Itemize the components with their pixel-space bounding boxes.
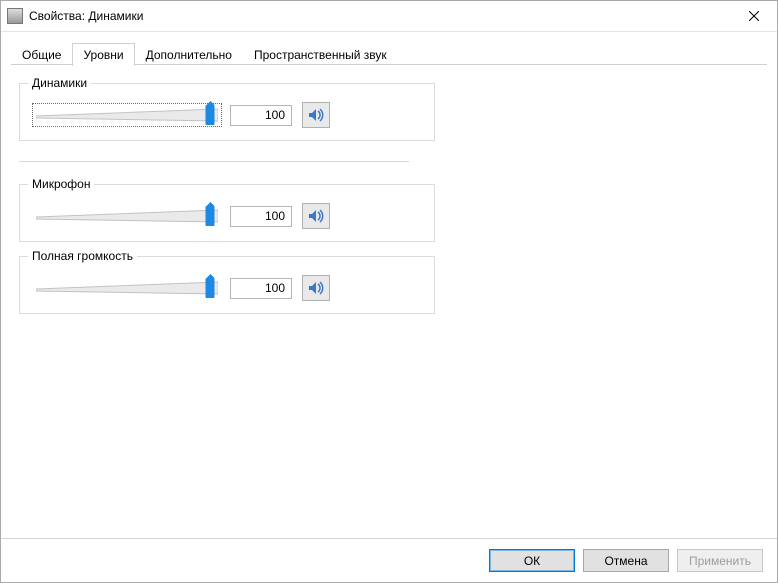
tab-bar: Общие Уровни Дополнительно Пространствен…	[1, 32, 777, 65]
group-label-microphone: Микрофон	[28, 177, 94, 191]
value-full[interactable]: 100	[230, 278, 292, 299]
mute-button-speakers[interactable]	[302, 102, 330, 128]
speaker-icon	[308, 280, 324, 296]
tab-content: Динамики 100	[1, 65, 777, 538]
title-bar: Свойства: Динамики	[1, 1, 777, 32]
properties-dialog: Свойства: Динамики Общие Уровни Дополнит…	[0, 0, 778, 583]
slider-microphone[interactable]	[32, 204, 222, 228]
section-divider	[19, 161, 409, 162]
speaker-icon	[308, 107, 324, 123]
slider-thumb[interactable]	[206, 206, 215, 226]
tab-spatial[interactable]: Пространственный звук	[243, 43, 398, 66]
window-title: Свойства: Динамики	[29, 9, 731, 23]
slider-thumb[interactable]	[206, 278, 215, 298]
tab-label: Дополнительно	[146, 48, 232, 62]
slider-speakers[interactable]	[32, 103, 222, 127]
slider-thumb[interactable]	[206, 105, 215, 125]
close-button[interactable]	[731, 1, 777, 31]
group-label-speakers: Динамики	[28, 76, 91, 90]
tab-label: Уровни	[83, 48, 123, 62]
group-label-full: Полная громкость	[28, 249, 137, 263]
group-full-volume: Полная громкость 100	[19, 256, 435, 314]
group-speakers: Динамики 100	[19, 83, 435, 141]
tab-general[interactable]: Общие	[11, 43, 72, 66]
apply-button[interactable]: Применить	[677, 549, 763, 572]
app-icon	[7, 8, 23, 24]
tab-label: Пространственный звук	[254, 48, 387, 62]
value-speakers[interactable]: 100	[230, 105, 292, 126]
speaker-icon	[308, 208, 324, 224]
tab-label: Общие	[22, 48, 61, 62]
cancel-button[interactable]: Отмена	[583, 549, 669, 572]
ok-button[interactable]: ОК	[489, 549, 575, 572]
dialog-footer: ОК Отмена Применить	[1, 538, 777, 582]
close-icon	[749, 11, 759, 21]
group-microphone: Микрофон 100	[19, 184, 435, 242]
slider-full[interactable]	[32, 276, 222, 300]
value-microphone[interactable]: 100	[230, 206, 292, 227]
tab-advanced[interactable]: Дополнительно	[135, 43, 243, 66]
mute-button-full[interactable]	[302, 275, 330, 301]
tab-levels[interactable]: Уровни	[72, 43, 134, 66]
mute-button-microphone[interactable]	[302, 203, 330, 229]
